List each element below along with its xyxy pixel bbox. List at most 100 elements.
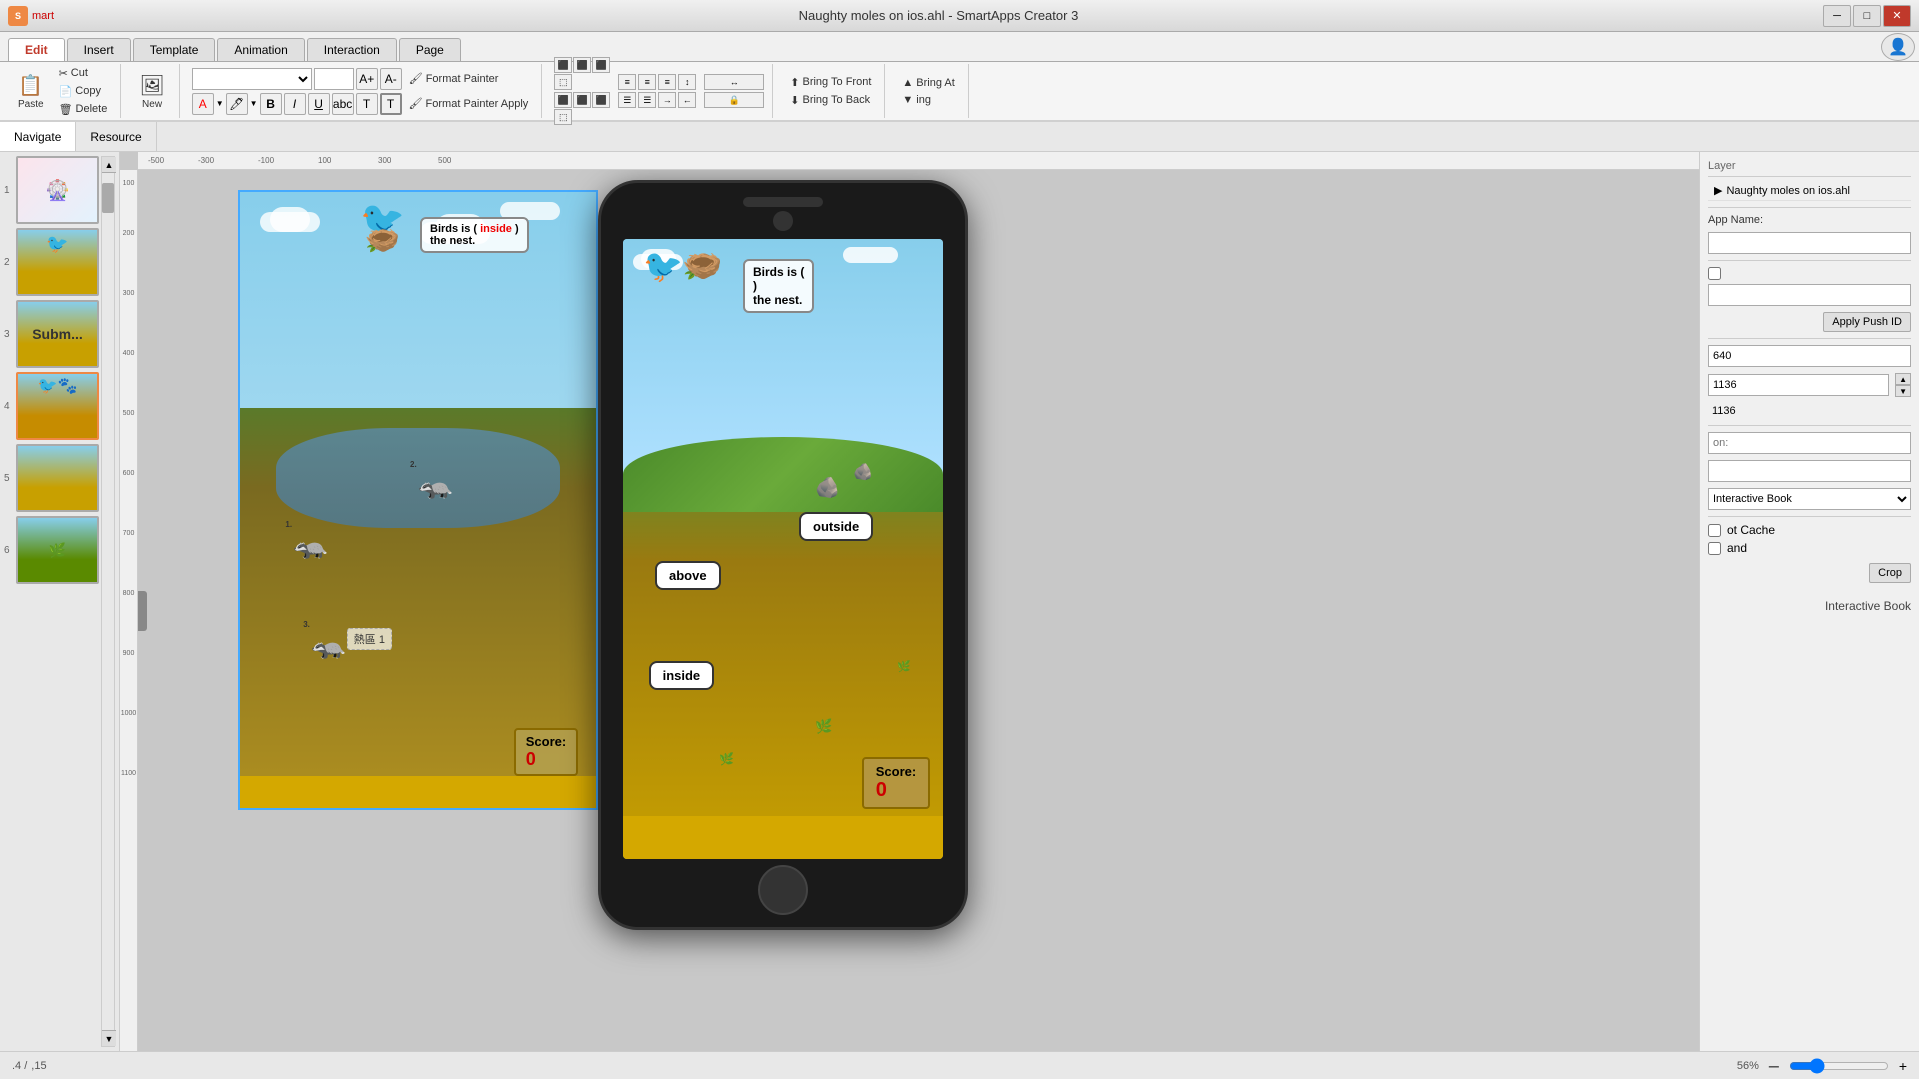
scroll-up-button[interactable]: ▲ — [102, 157, 116, 173]
align-bottom-button[interactable]: ⬛ — [592, 92, 610, 108]
maximize-button[interactable]: □ — [1853, 5, 1881, 27]
no-cache-row: ot Cache — [1708, 523, 1911, 537]
copy-button[interactable]: 📄 Copy — [54, 83, 113, 100]
cut-button[interactable]: ✂ Cut — [54, 65, 113, 82]
font-color-dropdown[interactable]: ▼ — [216, 99, 224, 108]
mole-2: 🦡 2. — [418, 468, 453, 501]
slide-thumb-3[interactable]: Subm... — [16, 300, 99, 368]
tab-edit[interactable]: Edit — [8, 38, 65, 61]
phone-home-button[interactable] — [758, 865, 808, 915]
interaction-input[interactable] — [1708, 460, 1911, 482]
bring-at-button[interactable]: ▲ Bring At — [897, 75, 959, 91]
window-controls: ─ □ ✕ — [1823, 5, 1911, 27]
align-top-button[interactable]: ⬛ — [554, 92, 572, 108]
align-right-button[interactable]: ⬛ — [592, 57, 610, 73]
delete-icon: 🗑 — [59, 103, 73, 116]
align-middle-button[interactable]: ⬛ — [573, 92, 591, 108]
font-size-decrease-button[interactable]: A- — [380, 68, 402, 90]
align-left-button[interactable]: ⬛ — [554, 57, 572, 73]
zoom-out-button[interactable]: ─ — [1769, 1058, 1779, 1074]
distribute-h-button[interactable]: ⬚ — [554, 74, 572, 90]
format-painter-apply-button[interactable]: 🖌 Format Painter Apply — [404, 95, 534, 112]
slide-scrollbar[interactable]: ▲ ▼ — [101, 156, 115, 1047]
highlight-color-button[interactable]: 🖊 — [226, 93, 248, 115]
slide-canvas[interactable]: 🐦 🪹 Birds is ( inside )the nest. — [238, 190, 598, 810]
type-select[interactable]: Interactive Book Other — [1708, 488, 1911, 510]
bring-to-front-button[interactable]: ⬆ Bring To Front — [785, 74, 876, 91]
lock-button[interactable]: 🔒 — [704, 92, 764, 108]
height-input[interactable] — [1708, 374, 1889, 396]
scroll-down-button[interactable]: ▼ — [102, 1030, 116, 1046]
slide-thumb-4[interactable]: 🐦🐾 — [16, 372, 99, 440]
tab-animation[interactable]: Animation — [217, 38, 304, 61]
list-style-button[interactable]: ☰ — [618, 92, 636, 108]
text-align-left-button[interactable]: ≡ — [618, 74, 636, 90]
nav-tab-navigate[interactable]: Navigate — [0, 122, 76, 151]
slide-thumb-2[interactable]: 🐦 — [16, 228, 99, 296]
strikethrough-button[interactable]: abc — [332, 93, 354, 115]
phone-answer-inside[interactable]: inside — [649, 661, 715, 690]
bold-button[interactable]: B — [260, 93, 282, 115]
text-spacing-button[interactable]: ↕ — [678, 74, 696, 90]
no-cache-checkbox[interactable] — [1708, 524, 1721, 537]
nav-tab-resource[interactable]: Resource — [76, 122, 156, 151]
statusbar: .4 / ,15 56% ─ + — [0, 1051, 1919, 1079]
band-checkbox[interactable] — [1708, 542, 1721, 555]
tab-template[interactable]: Template — [133, 38, 216, 61]
bring-to-back-button[interactable]: ⬇ Bring To Back — [785, 92, 876, 109]
tab-insert[interactable]: Insert — [67, 38, 131, 61]
send-at-button[interactable]: ▼ ing — [897, 92, 959, 108]
text-outline-button[interactable]: T — [380, 93, 402, 115]
layer-item-main[interactable]: ▶ Naughty moles on ios.ahl — [1708, 181, 1911, 201]
distribute-v-button[interactable]: ⬚ — [554, 109, 572, 125]
interaction-row — [1708, 460, 1911, 482]
slide-thumb-6[interactable]: 🌿 — [16, 516, 99, 584]
font-family-select[interactable] — [192, 68, 312, 90]
tab-page[interactable]: Page — [399, 38, 461, 61]
app-name-input[interactable] — [1708, 232, 1911, 254]
tab-interaction[interactable]: Interaction — [307, 38, 397, 61]
text-align-center-button[interactable]: ≡ — [638, 74, 656, 90]
slide-num-4: 4 — [4, 401, 14, 412]
apply-push-id-button[interactable]: Apply Push ID — [1823, 312, 1911, 332]
scroll-thumb[interactable] — [102, 183, 114, 213]
outdent-button[interactable]: ← — [678, 92, 696, 108]
font-format-row: A ▼ 🖊 ▼ B I U abc T T 🖌 Format Painter A… — [192, 93, 534, 115]
checkbox-1[interactable] — [1708, 267, 1721, 280]
crop-button[interactable]: Crop — [1869, 563, 1911, 583]
checkbox-row-1 — [1708, 267, 1911, 280]
font-size-input[interactable] — [314, 68, 354, 90]
desc-input[interactable] — [1708, 432, 1911, 454]
underline-button[interactable]: U — [308, 93, 330, 115]
minimize-button[interactable]: ─ — [1823, 5, 1851, 27]
position-button[interactable]: ↔ — [704, 74, 764, 90]
text-align-right-button[interactable]: ≡ — [658, 74, 676, 90]
field-input-1[interactable] — [1708, 284, 1911, 306]
zoom-slider[interactable] — [1789, 1058, 1889, 1074]
list-number-button[interactable]: ☰ — [638, 92, 656, 108]
delete-button[interactable]: 🗑 Delete — [54, 101, 113, 118]
text-style-button[interactable]: T — [356, 93, 378, 115]
font-color-button[interactable]: A — [192, 93, 214, 115]
format-painter-button[interactable]: 🖌 Format Painter — [404, 70, 504, 87]
zoom-in-button[interactable]: + — [1899, 1058, 1907, 1074]
phone-answer-above[interactable]: above — [655, 561, 721, 590]
width-input[interactable]: 640 — [1708, 345, 1911, 367]
italic-button[interactable]: I — [284, 93, 306, 115]
slide-thumb-5[interactable] — [16, 444, 99, 512]
text-align-bottom: ☰ ☰ → ← — [618, 92, 696, 108]
indent-button[interactable]: → — [658, 92, 676, 108]
close-button[interactable]: ✕ — [1883, 5, 1911, 27]
user-profile-tab[interactable]: 👤 — [1881, 33, 1915, 61]
height-down-button[interactable]: ▼ — [1895, 385, 1911, 397]
align-center-button[interactable]: ⬛ — [573, 57, 591, 73]
font-size-increase-button[interactable]: A+ — [356, 68, 378, 90]
nest-icon: 🪹 — [360, 230, 405, 252]
highlight-dropdown[interactable]: ▼ — [250, 99, 258, 108]
canvas-nav-arrow[interactable]: ‹ — [138, 591, 147, 631]
slide-thumb-1[interactable]: 🎡 — [16, 156, 99, 224]
paste-button[interactable]: 📋 Paste — [12, 70, 50, 113]
new-button[interactable]: 🖼 New — [133, 70, 170, 113]
height-up-button[interactable]: ▲ — [1895, 373, 1911, 385]
phone-answer-outside[interactable]: outside — [799, 512, 873, 541]
